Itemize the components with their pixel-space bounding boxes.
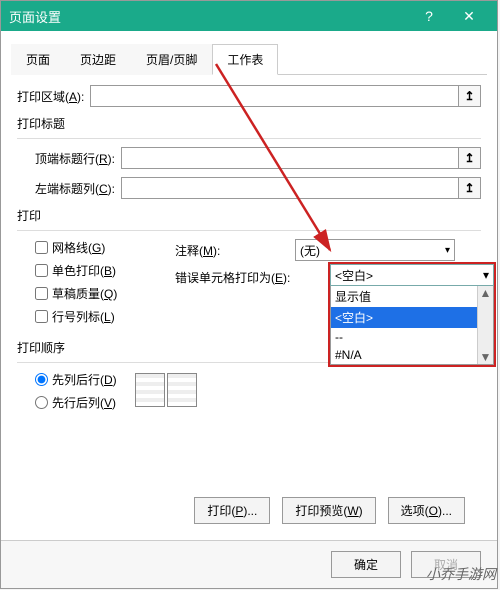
dropdown-scrollbar[interactable]: ▲▼	[477, 286, 493, 364]
chevron-down-icon: ▾	[483, 268, 489, 282]
tab-sheet[interactable]: 工作表	[212, 44, 278, 75]
bw-label: 单色打印(B)	[52, 262, 116, 279]
errors-label: 错误单元格打印为(E):	[175, 269, 295, 286]
over-down-label: 先行后列(V)	[52, 394, 116, 411]
left-cols-range-icon[interactable]: ↥	[459, 177, 481, 199]
tab-bar: 页面 页边距 页眉/页脚 工作表	[11, 43, 487, 75]
over-down-radio[interactable]	[35, 396, 48, 409]
top-rows-input[interactable]	[121, 147, 459, 169]
errors-option-list: 显示值 <空白> -- #N/A ▲▼	[330, 286, 494, 365]
gridlines-label: 网格线(G)	[52, 239, 105, 256]
top-rows-label: 顶端标题行(R):	[35, 150, 115, 167]
gridlines-checkbox[interactable]	[35, 241, 48, 254]
bw-checkbox[interactable]	[35, 264, 48, 277]
tab-page[interactable]: 页面	[11, 44, 65, 75]
errors-option-dashes[interactable]: --	[331, 328, 493, 346]
top-rows-range-icon[interactable]: ↥	[459, 147, 481, 169]
print-preview-button[interactable]: 打印预览(W)	[282, 497, 375, 524]
draft-label: 草稿质量(Q)	[52, 285, 117, 302]
print-button[interactable]: 打印(P)...	[194, 497, 270, 524]
dialog-title: 页面设置	[9, 7, 409, 26]
errors-option-displayed[interactable]: 显示值	[331, 286, 493, 307]
tab-margins[interactable]: 页边距	[65, 44, 131, 75]
print-section-label: 打印	[17, 207, 481, 224]
page-order-preview-icon	[135, 373, 197, 407]
tab-header-footer[interactable]: 页眉/页脚	[131, 44, 212, 75]
left-cols-input[interactable]	[121, 177, 459, 199]
help-button[interactable]: ?	[409, 1, 449, 31]
down-over-label: 先列后行(D)	[52, 371, 117, 388]
errors-value: <空白>	[335, 267, 373, 284]
watermark-text: 小乔手游网	[426, 564, 496, 584]
comments-value: (无)	[300, 242, 320, 259]
left-cols-label: 左端标题列(C):	[35, 180, 115, 197]
chevron-down-icon: ▾	[445, 245, 450, 256]
errors-dropdown[interactable]: <空白> ▾	[330, 264, 494, 286]
errors-dropdown-open: <空白> ▾ 显示值 <空白> -- #N/A ▲▼	[328, 262, 496, 367]
comments-label: 注释(M):	[175, 242, 295, 259]
errors-option-blank[interactable]: <空白>	[331, 307, 493, 328]
down-over-radio[interactable]	[35, 373, 48, 386]
rowcol-checkbox[interactable]	[35, 310, 48, 323]
titlebar: 页面设置 ? ✕	[1, 1, 497, 31]
print-area-input[interactable]	[90, 85, 459, 107]
draft-checkbox[interactable]	[35, 287, 48, 300]
titles-section-label: 打印标题	[17, 115, 481, 132]
ok-button[interactable]: 确定	[331, 551, 401, 578]
print-area-range-icon[interactable]: ↥	[459, 85, 481, 107]
close-button[interactable]: ✕	[449, 1, 489, 31]
comments-dropdown[interactable]: (无) ▾	[295, 239, 455, 261]
dialog-footer: 确定 取消	[1, 540, 497, 588]
rowcol-label: 行号列标(L)	[52, 308, 115, 325]
print-area-label: 打印区域(A):	[17, 88, 84, 105]
options-button[interactable]: 选项(O)...	[388, 497, 465, 524]
errors-option-na[interactable]: #N/A	[331, 346, 493, 364]
